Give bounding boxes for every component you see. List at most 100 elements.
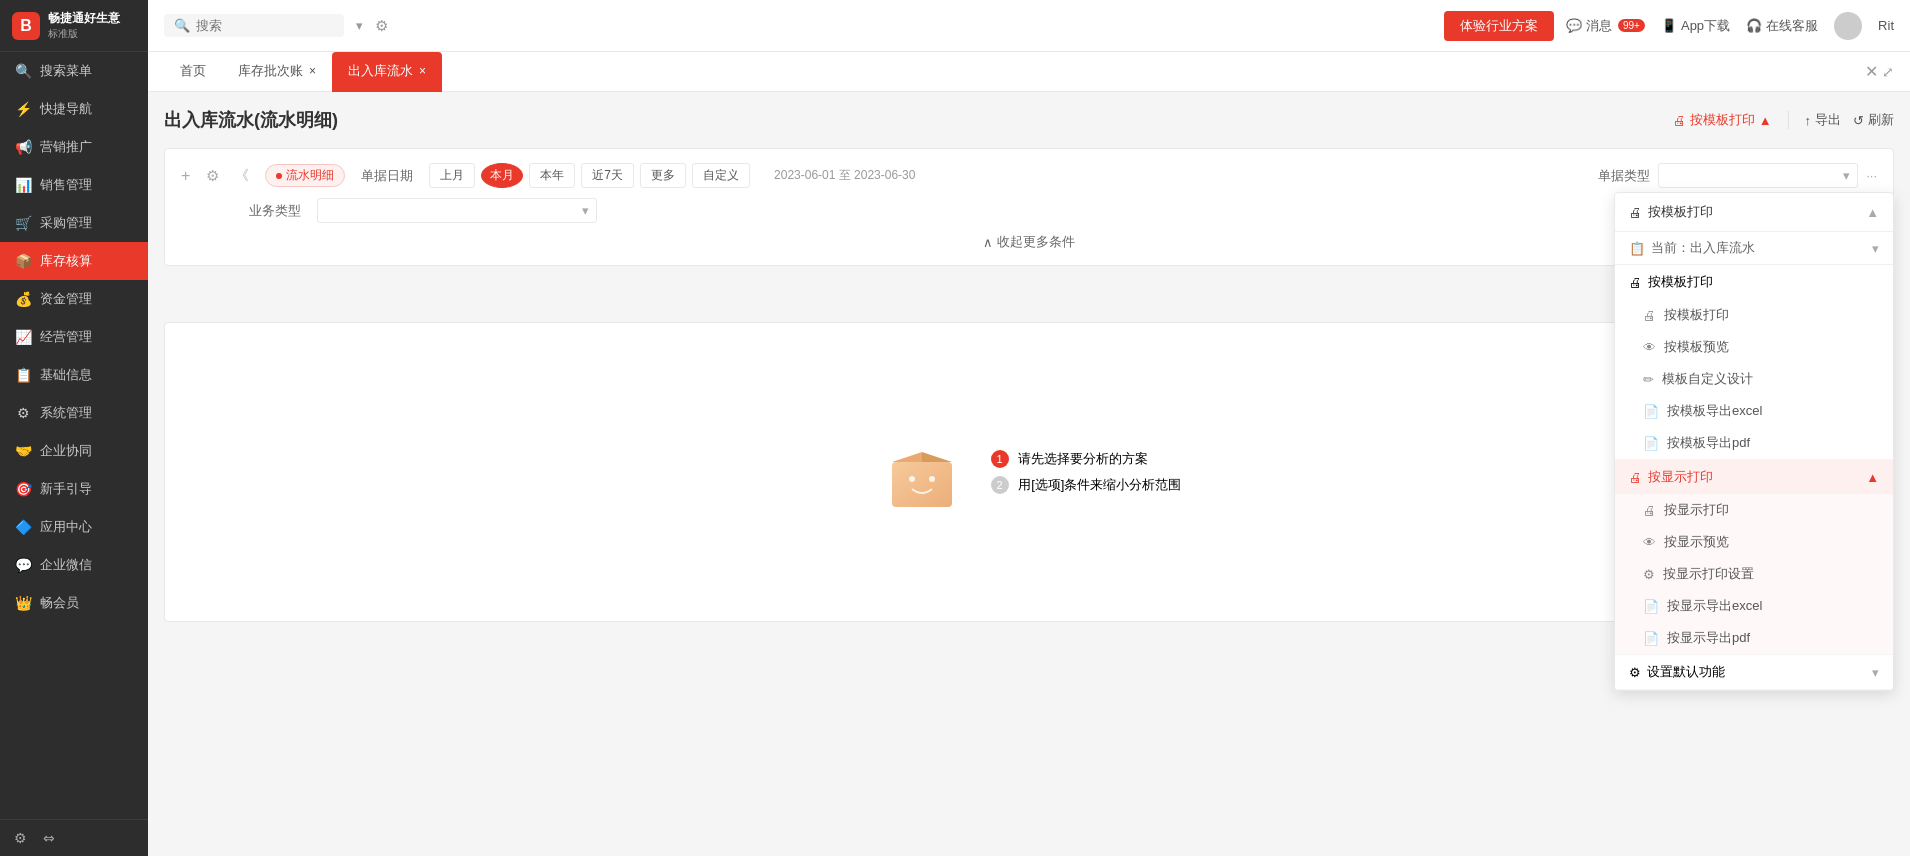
filter-row-1: + ⚙ 《 流水明细 单据日期 上月 本月 本年 近7天 更多 自定义 2023… xyxy=(181,163,1877,188)
sidebar-item-finance[interactable]: 💰资金管理 xyxy=(0,280,148,318)
dropdown-close-btn[interactable]: ▲ xyxy=(1866,205,1879,220)
dropdown-item-export-pdf-template[interactable]: 📄 按模板导出pdf xyxy=(1615,427,1893,459)
filter-btn-custom[interactable]: 自定义 xyxy=(692,163,750,188)
filter-type-select[interactable] xyxy=(1658,163,1858,188)
empty-tip2: 用[选项]条件来缩小分析范围 xyxy=(1018,477,1181,492)
dropdown-item-print-template[interactable]: 🖨 按模板打印 xyxy=(1615,299,1893,331)
tab-flow[interactable]: 出入库流水 × xyxy=(332,52,442,92)
customer-service-btn[interactable]: 🎧 在线客服 xyxy=(1746,17,1818,35)
sidebar-icon-basic: 📋 xyxy=(14,367,32,383)
sidebar-icon-enterprise: 🤝 xyxy=(14,443,32,459)
current-icon: 📋 xyxy=(1629,241,1645,256)
user-avatar[interactable] xyxy=(1834,12,1862,40)
sidebar-item-purchase[interactable]: 🛒采购管理 xyxy=(0,204,148,242)
dropdown-item-export-pdf-display[interactable]: 📄 按显示导出pdf xyxy=(1615,622,1893,654)
filter-tag-label: 流水明细 xyxy=(286,167,334,184)
tab-home[interactable]: 首页 xyxy=(164,52,222,92)
dropdown-section-default-header[interactable]: ⚙ 设置默认功能 ▾ xyxy=(1615,655,1893,689)
sidebar-icon-purchase: 🛒 xyxy=(14,215,32,231)
sidebar-item-quick-nav[interactable]: ⚡快捷导航 xyxy=(0,90,148,128)
logo-icon: B xyxy=(12,12,40,40)
trial-button[interactable]: 体验行业方案 xyxy=(1444,11,1554,41)
sidebar-label-app-center: 应用中心 xyxy=(40,518,92,536)
sidebar-icon-operation: 📈 xyxy=(14,329,32,345)
dropdown-section-template-header[interactable]: 🖨 按模板打印 xyxy=(1615,265,1893,299)
topbar-right: 💬 消息 99+ 📱 App下载 🎧 在线客服 Rit xyxy=(1566,12,1894,40)
tab-close-window-icon[interactable]: ✕ xyxy=(1865,62,1878,81)
divider xyxy=(1788,111,1789,129)
export-btn[interactable]: ↑ 导出 xyxy=(1805,111,1842,129)
sidebar-icon-quick-nav: ⚡ xyxy=(14,101,32,117)
sidebar-item-marketing[interactable]: 📢营销推广 xyxy=(0,128,148,166)
sidebar-label-wechat: 企业微信 xyxy=(40,556,92,574)
sidebar-nav: 🔍搜索菜单⚡快捷导航📢营销推广📊销售管理🛒采购管理📦库存核算💰资金管理📈经营管理… xyxy=(0,52,148,819)
dropdown-section-template-items: 🖨 按模板打印 👁 按模板预览 ✏ 模板自定义设计 📄 按模板导出excel xyxy=(1615,299,1893,459)
sidebar-item-wechat[interactable]: 💬企业微信 xyxy=(0,546,148,584)
sidebar-item-inventory[interactable]: 📦库存核算 xyxy=(0,242,148,280)
filter-date-btns: 上月 本月 本年 近7天 更多 自定义 xyxy=(429,163,750,188)
dropdown-section-display: 🖨 按显示打印 ▲ 🖨 按显示打印 👁 按显示预览 ⚙ xyxy=(1615,460,1893,655)
item-display-excel-icon: 📄 xyxy=(1643,599,1659,614)
tab-close-flow[interactable]: × xyxy=(419,64,426,78)
dropdown-item-export-excel-display[interactable]: 📄 按显示导出excel xyxy=(1615,590,1893,622)
sidebar-label-member: 畅会员 xyxy=(40,594,79,612)
section-template-icon: 🖨 xyxy=(1629,275,1642,290)
svg-marker-2 xyxy=(922,452,952,462)
sidebar-item-member[interactable]: 👑畅会员 xyxy=(0,584,148,622)
filter-btn-7days[interactable]: 近7天 xyxy=(581,163,634,188)
dropdown-item-custom-template[interactable]: ✏ 模板自定义设计 xyxy=(1615,363,1893,395)
item-display-setting-icon: ⚙ xyxy=(1643,567,1655,582)
app-download-btn[interactable]: 📱 App下载 xyxy=(1661,17,1730,35)
filter-collapse-btn[interactable]: 《 xyxy=(235,167,249,185)
section-display-label: 按显示打印 xyxy=(1648,468,1713,486)
dropdown-item-print-display[interactable]: 🖨 按显示打印 xyxy=(1615,494,1893,526)
sidebar-icon-search-menu: 🔍 xyxy=(14,63,32,79)
tab-close-batch[interactable]: × xyxy=(309,64,316,78)
sidebar-toggle-icon[interactable]: ⇔ xyxy=(43,830,55,846)
dropdown-section-display-header[interactable]: 🖨 按显示打印 ▲ xyxy=(1615,460,1893,494)
filter-btn-this-month[interactable]: 本月 xyxy=(481,163,523,188)
sidebar-item-app-center[interactable]: 🔷应用中心 xyxy=(0,508,148,546)
topbar: 🔍 ▾ ⚙ 体验行业方案 💬 消息 99+ 📱 App下载 🎧 在线客服 Rit xyxy=(148,0,1910,52)
print-template-btn[interactable]: 🖨 按模板打印 ▲ xyxy=(1673,111,1772,129)
sidebar-item-basic[interactable]: 📋基础信息 xyxy=(0,356,148,394)
filter-biz-select[interactable] xyxy=(317,198,597,223)
dropdown-item-preview-display[interactable]: 👁 按显示预览 xyxy=(1615,526,1893,558)
sidebar-icon-finance: 💰 xyxy=(14,291,32,307)
topbar-chevron-icon[interactable]: ▾ xyxy=(356,18,363,33)
sidebar-item-operation[interactable]: 📈经营管理 xyxy=(0,318,148,356)
dropdown-current-chevron[interactable]: ▾ xyxy=(1872,241,1879,256)
topbar-gear-icon[interactable]: ⚙ xyxy=(375,17,388,35)
filter-setting-btn[interactable]: ⚙ xyxy=(206,167,219,185)
dropdown-item-preview-template[interactable]: 👁 按模板预览 xyxy=(1615,331,1893,363)
dropdown-section-template: 🖨 按模板打印 🖨 按模板打印 👁 按模板预览 ✏ 模板自 xyxy=(1615,265,1893,460)
filter-add-btn[interactable]: + xyxy=(181,167,190,185)
content-area: 出入库流水(流水明细) 🖨 按模板打印 ▲ ↑ 导出 ↺ 刷新 xyxy=(148,92,1910,856)
topbar-search-input[interactable] xyxy=(196,18,334,33)
filter-date-range: 2023-06-01 至 2023-06-30 xyxy=(774,167,915,184)
tab-batch[interactable]: 库存批次账 × xyxy=(222,52,332,92)
sidebar-footer: ⚙ ⇔ xyxy=(0,819,148,856)
sidebar-item-sales[interactable]: 📊销售管理 xyxy=(0,166,148,204)
section-default-label: 设置默认功能 xyxy=(1647,663,1725,681)
filter-btn-more[interactable]: 更多 xyxy=(640,163,686,188)
sidebar-item-system[interactable]: ⚙系统管理 xyxy=(0,394,148,432)
settings-footer-icon[interactable]: ⚙ xyxy=(14,830,27,846)
dropdown-item-print-setting-display[interactable]: ⚙ 按显示打印设置 xyxy=(1615,558,1893,590)
sidebar: B 畅捷通好生意 标准版 🔍搜索菜单⚡快捷导航📢营销推广📊销售管理🛒采购管理📦库… xyxy=(0,0,148,856)
message-btn[interactable]: 💬 消息 99+ xyxy=(1566,17,1645,35)
dropdown-section-default: ⚙ 设置默认功能 ▾ xyxy=(1615,655,1893,690)
tab-label-flow: 出入库流水 xyxy=(348,62,413,80)
filter-btn-this-year[interactable]: 本年 xyxy=(529,163,575,188)
sidebar-item-search-menu[interactable]: 🔍搜索菜单 xyxy=(0,52,148,90)
filter-btn-last-month[interactable]: 上月 xyxy=(429,163,475,188)
sidebar-label-inventory: 库存核算 xyxy=(40,252,92,270)
sidebar-item-guide[interactable]: 🎯新手引导 xyxy=(0,470,148,508)
tab-label-batch: 库存批次账 xyxy=(238,62,303,80)
tab-maximize-icon[interactable]: ⤢ xyxy=(1882,64,1894,80)
sidebar-item-enterprise[interactable]: 🤝企业协同 xyxy=(0,432,148,470)
dropdown-item-export-excel-template[interactable]: 📄 按模板导出excel xyxy=(1615,395,1893,427)
filter-type-more-icon[interactable]: ··· xyxy=(1866,168,1877,183)
refresh-btn[interactable]: ↺ 刷新 xyxy=(1853,111,1894,129)
svg-marker-1 xyxy=(892,452,922,462)
